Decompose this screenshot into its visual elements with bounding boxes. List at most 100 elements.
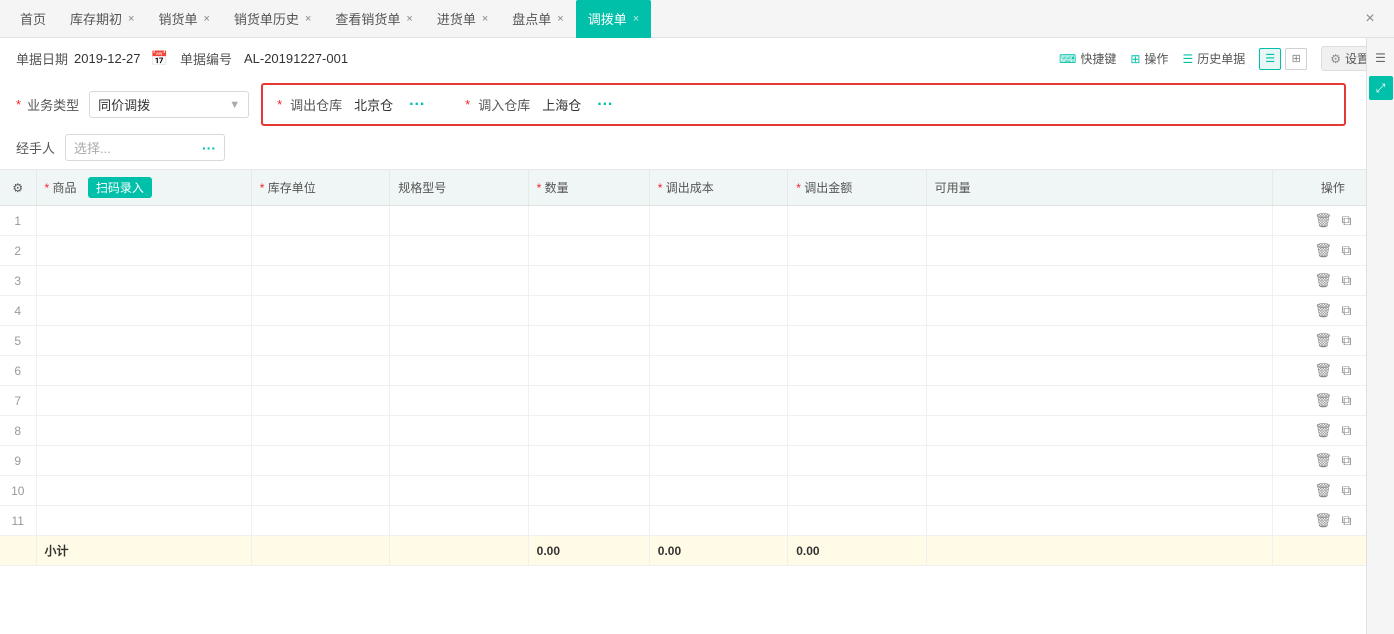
transfer-cost-cell[interactable] — [649, 446, 787, 476]
available-cell[interactable] — [926, 356, 1272, 386]
transfer-in-more-btn[interactable]: ··· — [597, 96, 613, 114]
copy-icon[interactable]: ⧉ — [1341, 512, 1351, 528]
delete-icon[interactable]: 🗑 — [1314, 212, 1332, 228]
delete-icon[interactable]: 🗑 — [1314, 422, 1332, 438]
unit-cell[interactable] — [251, 476, 389, 506]
transfer-cost-cell[interactable] — [649, 296, 787, 326]
transfer-amount-cell[interactable] — [788, 386, 926, 416]
tab-close-inventory-init[interactable]: × — [128, 13, 134, 25]
shortcut-button[interactable]: ⌨ 快捷键 — [1059, 50, 1116, 67]
available-cell[interactable] — [926, 266, 1272, 296]
quantity-cell[interactable] — [528, 296, 649, 326]
window-close-button[interactable]: × — [1354, 3, 1386, 35]
unit-cell[interactable] — [251, 236, 389, 266]
scan-button[interactable]: 扫码录入 — [88, 177, 152, 198]
business-type-select[interactable]: 同价调拨 ▼ — [89, 91, 249, 118]
spec-cell[interactable] — [390, 446, 528, 476]
quantity-cell[interactable] — [528, 236, 649, 266]
transfer-amount-cell[interactable] — [788, 266, 926, 296]
product-cell[interactable] — [36, 236, 251, 266]
copy-icon[interactable]: ⧉ — [1341, 272, 1351, 288]
tab-transfer-order[interactable]: 调拨单 × — [576, 0, 651, 38]
available-cell[interactable] — [926, 296, 1272, 326]
quantity-cell[interactable] — [528, 266, 649, 296]
tab-sales-order[interactable]: 销货单 × — [146, 0, 221, 38]
tab-view-sales[interactable]: 查看销货单 × — [323, 0, 424, 38]
transfer-amount-cell[interactable] — [788, 296, 926, 326]
unit-cell[interactable] — [251, 386, 389, 416]
quantity-cell[interactable] — [528, 446, 649, 476]
spec-cell[interactable] — [390, 266, 528, 296]
sidebar-list-btn[interactable]: ☰ — [1369, 46, 1393, 70]
transfer-amount-cell[interactable] — [788, 356, 926, 386]
tab-inventory-check[interactable]: 盘点单 × — [500, 0, 575, 38]
col-gear[interactable]: ⚙ — [0, 170, 36, 206]
transfer-out-more-btn[interactable]: ··· — [409, 96, 425, 114]
unit-cell[interactable] — [251, 356, 389, 386]
transfer-amount-cell[interactable] — [788, 446, 926, 476]
copy-icon[interactable]: ⧉ — [1341, 302, 1351, 318]
transfer-cost-cell[interactable] — [649, 236, 787, 266]
quantity-cell[interactable] — [528, 476, 649, 506]
spec-cell[interactable] — [390, 236, 528, 266]
delete-icon[interactable]: 🗑 — [1314, 512, 1332, 528]
transfer-cost-cell[interactable] — [649, 326, 787, 356]
unit-cell[interactable] — [251, 446, 389, 476]
tab-close-sales-history[interactable]: × — [305, 13, 311, 25]
transfer-cost-cell[interactable] — [649, 206, 787, 236]
copy-icon[interactable]: ⧉ — [1341, 242, 1351, 258]
product-cell[interactable] — [36, 416, 251, 446]
transfer-amount-cell[interactable] — [788, 326, 926, 356]
available-cell[interactable] — [926, 326, 1272, 356]
transfer-cost-cell[interactable] — [649, 476, 787, 506]
transfer-amount-cell[interactable] — [788, 236, 926, 266]
product-cell[interactable] — [36, 296, 251, 326]
layout-list-btn[interactable]: ☰ — [1259, 48, 1281, 70]
delete-icon[interactable]: 🗑 — [1314, 362, 1332, 378]
transfer-amount-cell[interactable] — [788, 206, 926, 236]
handler-select[interactable]: 选择... ··· — [65, 134, 225, 161]
transfer-amount-cell[interactable] — [788, 416, 926, 446]
spec-cell[interactable] — [390, 416, 528, 446]
product-cell[interactable] — [36, 386, 251, 416]
available-cell[interactable] — [926, 206, 1272, 236]
delete-icon[interactable]: 🗑 — [1314, 482, 1332, 498]
copy-icon[interactable]: ⧉ — [1341, 482, 1351, 498]
table-gear-icon[interactable]: ⚙ — [12, 181, 23, 195]
delete-icon[interactable]: 🗑 — [1314, 302, 1332, 318]
available-cell[interactable] — [926, 236, 1272, 266]
spec-cell[interactable] — [390, 206, 528, 236]
transfer-amount-cell[interactable] — [788, 476, 926, 506]
copy-icon[interactable]: ⧉ — [1341, 212, 1351, 228]
spec-cell[interactable] — [390, 296, 528, 326]
spec-cell[interactable] — [390, 476, 528, 506]
tab-close-view-sales[interactable]: × — [406, 13, 412, 25]
tab-close-sales-order[interactable]: × — [203, 13, 209, 25]
delete-icon[interactable]: 🗑 — [1314, 392, 1332, 408]
tab-close-purchase-order[interactable]: × — [482, 13, 488, 25]
product-cell[interactable] — [36, 206, 251, 236]
tab-close-transfer-order[interactable]: × — [633, 13, 639, 25]
delete-icon[interactable]: 🗑 — [1314, 332, 1332, 348]
available-cell[interactable] — [926, 476, 1272, 506]
product-cell[interactable] — [36, 446, 251, 476]
tab-sales-history[interactable]: 销货单历史 × — [222, 0, 323, 38]
available-cell[interactable] — [926, 446, 1272, 476]
delete-icon[interactable]: 🗑 — [1314, 272, 1332, 288]
sidebar-expand-btn[interactable]: ⤢ — [1369, 76, 1393, 100]
copy-icon[interactable]: ⧉ — [1341, 332, 1351, 348]
quantity-cell[interactable] — [528, 416, 649, 446]
product-cell[interactable] — [36, 356, 251, 386]
transfer-cost-cell[interactable] — [649, 356, 787, 386]
product-cell[interactable] — [36, 326, 251, 356]
transfer-cost-cell[interactable] — [649, 266, 787, 296]
available-cell[interactable] — [926, 386, 1272, 416]
quantity-cell[interactable] — [528, 356, 649, 386]
quantity-cell[interactable] — [528, 326, 649, 356]
unit-cell[interactable] — [251, 326, 389, 356]
delete-icon[interactable]: 🗑 — [1314, 242, 1332, 258]
calendar-icon[interactable]: 📅 — [151, 50, 168, 67]
unit-cell[interactable] — [251, 296, 389, 326]
handler-more-btn[interactable]: ··· — [202, 140, 216, 156]
operation-button[interactable]: ⊞ 操作 — [1130, 50, 1168, 67]
